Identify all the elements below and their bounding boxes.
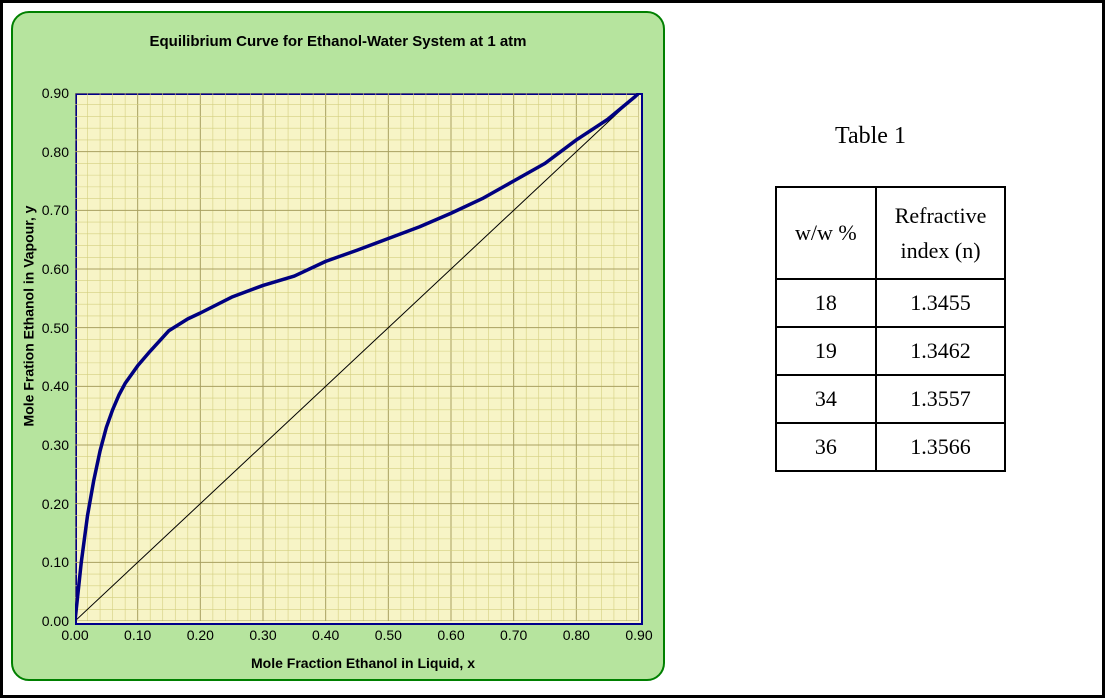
y-tick-label: 0.20 [42, 496, 69, 512]
plot-series [75, 93, 639, 621]
table-header-row: w/w % Refractive index (n) [776, 187, 1005, 279]
y-tick-label: 0.10 [42, 554, 69, 570]
table-row: 34 1.3557 [776, 375, 1005, 423]
x-tick-label: 0.20 [187, 627, 214, 643]
y-axis-label: Mole Fration Ethanol in Vapour, y [20, 206, 36, 427]
x-tick-label: 0.90 [625, 627, 652, 643]
cell-n: 1.3455 [876, 279, 1006, 327]
x-tick-label: 0.10 [124, 627, 151, 643]
diagonal-line [75, 93, 639, 621]
cell-ww: 18 [776, 279, 876, 327]
cell-n: 1.3557 [876, 375, 1006, 423]
table-header-n-line2: index (n) [895, 233, 987, 268]
chart-title: Equilibrium Curve for Ethanol-Water Syst… [13, 33, 663, 50]
y-tick-label: 0.70 [42, 202, 69, 218]
y-tick-label: 0.00 [42, 613, 69, 629]
page: Equilibrium Curve for Ethanol-Water Syst… [0, 0, 1105, 698]
y-tick-label: 0.40 [42, 378, 69, 394]
cell-n: 1.3566 [876, 423, 1006, 471]
table-region: Table 1 w/w % Refractive index (n) 18 1.… [775, 123, 1006, 472]
y-tick-label: 0.90 [42, 85, 69, 101]
x-tick-label: 0.00 [61, 627, 88, 643]
y-tick-label: 0.30 [42, 437, 69, 453]
chart-panel: Equilibrium Curve for Ethanol-Water Syst… [11, 11, 665, 681]
table-row: 18 1.3455 [776, 279, 1005, 327]
y-axis-label-container: Mole Fration Ethanol in Vapour, y [17, 13, 39, 619]
plot-area: 0.000.100.200.300.400.500.600.700.800.90… [75, 93, 639, 621]
table-row: 19 1.3462 [776, 327, 1005, 375]
cell-ww: 36 [776, 423, 876, 471]
y-tick-label: 0.60 [42, 261, 69, 277]
x-tick-label: 0.70 [500, 627, 527, 643]
x-tick-label: 0.40 [312, 627, 339, 643]
table-caption: Table 1 [835, 123, 1006, 150]
table-header-n: Refractive index (n) [876, 187, 1006, 279]
table-row: 36 1.3566 [776, 423, 1005, 471]
cell-n: 1.3462 [876, 327, 1006, 375]
x-axis-label: Mole Fraction Ethanol in Liquid, x [73, 655, 653, 671]
y-tick-label: 0.50 [42, 320, 69, 336]
table-header-n-line1: Refractive [895, 198, 987, 233]
y-tick-label: 0.80 [42, 144, 69, 160]
cell-ww: 19 [776, 327, 876, 375]
x-tick-label: 0.60 [437, 627, 464, 643]
x-tick-label: 0.80 [563, 627, 590, 643]
x-tick-label: 0.50 [375, 627, 402, 643]
cell-ww: 34 [776, 375, 876, 423]
table-header-ww: w/w % [776, 187, 876, 279]
x-tick-label: 0.30 [249, 627, 276, 643]
refractive-index-table: w/w % Refractive index (n) 18 1.3455 19 … [775, 186, 1006, 472]
